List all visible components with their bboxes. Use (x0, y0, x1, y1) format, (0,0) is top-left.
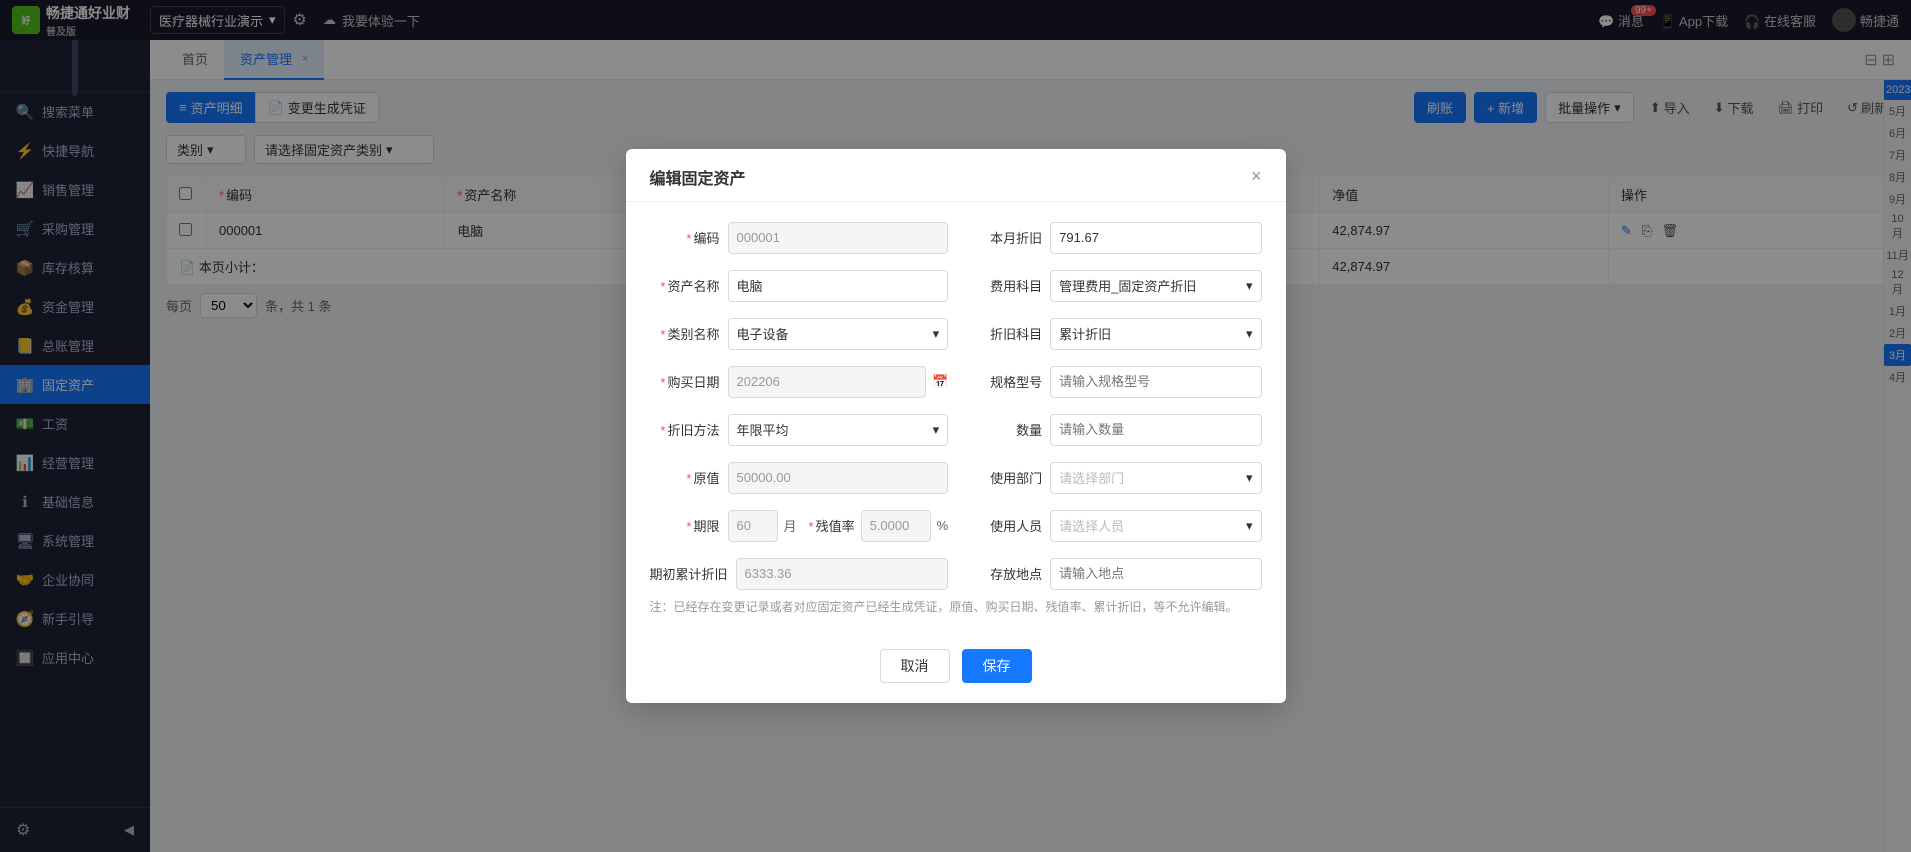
dep-subject-select[interactable]: 累计折旧 ▾ (1050, 318, 1261, 350)
use-person-label: 使用人员 (972, 516, 1042, 535)
form-item-asset-name: *资产名称 (650, 270, 949, 302)
form-item-storage-location: 存放地点 (972, 558, 1261, 590)
calendar-icon[interactable]: 📅 (932, 374, 948, 390)
dep-method-value: 年限平均 (737, 420, 789, 439)
modal-body: *编码 本月折旧 *资产名称 (626, 202, 1286, 637)
modal-title: 编辑固定资产 (650, 165, 746, 189)
quantity-input[interactable] (1050, 414, 1261, 446)
period-input[interactable] (728, 510, 778, 542)
form-item-original-value: *原值 (650, 462, 949, 494)
save-button[interactable]: 保存 (962, 649, 1032, 683)
modal-footer: 取消 保存 (626, 637, 1286, 703)
monthly-dep-label: 本月折旧 (972, 228, 1042, 247)
cancel-button[interactable]: 取消 (880, 649, 950, 683)
period-group: 月 *残值率 % (728, 510, 949, 542)
spec-model-label: 规格型号 (972, 372, 1042, 391)
dep-method-arrow: ▾ (933, 422, 940, 438)
period-unit: 月 (784, 516, 797, 535)
use-person-arrow: ▾ (1246, 518, 1253, 534)
save-label: 保存 (983, 656, 1011, 676)
modal-note-text: 注：已经存在变更记录或者对应固定资产已经生成凭证，原值、购买日期、残值率、累计折… (650, 600, 1238, 614)
dep-subject-arrow: ▾ (1246, 326, 1253, 342)
storage-location-label: 存放地点 (972, 564, 1042, 583)
storage-location-input[interactable] (1050, 558, 1261, 590)
form-item-dep-method: *折旧方法 年限平均 ▾ (650, 414, 949, 446)
modal-note: 注：已经存在变更记录或者对应固定资产已经生成凭证，原值、购买日期、残值率、累计折… (650, 590, 1262, 617)
expense-subject-arrow: ▾ (1246, 278, 1253, 294)
form-item-monthly-dep: 本月折旧 (972, 222, 1261, 254)
dep-subject-value: 累计折旧 (1059, 324, 1111, 343)
code-input[interactable] (728, 222, 949, 254)
quantity-label: 数量 (972, 420, 1042, 439)
modal-overlay: 编辑固定资产 × *编码 本月折旧 (0, 0, 1911, 852)
accumulated-dep-input[interactable] (736, 558, 949, 590)
expense-subject-label: 费用科目 (972, 276, 1042, 295)
dep-method-select[interactable]: 年限平均 ▾ (728, 414, 949, 446)
form-grid: *编码 本月折旧 *资产名称 (650, 222, 1262, 590)
form-item-period-residual: *期限 月 *残值率 % (650, 510, 949, 542)
code-label: *编码 (650, 228, 720, 247)
form-item-category: *类别名称 电子设备 ▾ (650, 318, 949, 350)
use-dept-select[interactable]: 请选择部门 ▾ (1050, 462, 1261, 494)
original-value-input[interactable] (728, 462, 949, 494)
form-item-use-dept: 使用部门 请选择部门 ▾ (972, 462, 1261, 494)
purchase-date-input[interactable] (728, 366, 926, 398)
form-item-expense-subject: 费用科目 管理费用_固定资产折旧 ▾ (972, 270, 1261, 302)
category-value: 电子设备 (737, 324, 789, 343)
expense-subject-value: 管理费用_固定资产折旧 (1059, 276, 1196, 295)
category-select[interactable]: 电子设备 ▾ (728, 318, 949, 350)
purchase-date-label: *购买日期 (650, 372, 720, 391)
use-dept-arrow: ▾ (1246, 470, 1253, 486)
form-item-use-person: 使用人员 请选择人员 ▾ (972, 510, 1261, 542)
purchase-date-group: 📅 (728, 366, 949, 398)
residual-rate-input[interactable] (861, 510, 931, 542)
form-item-spec-model: 规格型号 (972, 366, 1261, 398)
original-value-label: *原值 (650, 468, 720, 487)
form-item-dep-subject: 折旧科目 累计折旧 ▾ (972, 318, 1261, 350)
use-person-select[interactable]: 请选择人员 ▾ (1050, 510, 1261, 542)
cancel-label: 取消 (901, 656, 929, 676)
category-label: *类别名称 (650, 324, 720, 343)
use-person-placeholder: 请选择人员 (1059, 516, 1124, 535)
dep-method-label: *折旧方法 (650, 420, 720, 439)
spec-model-input[interactable] (1050, 366, 1261, 398)
monthly-dep-input[interactable] (1050, 222, 1261, 254)
asset-name-label: *资产名称 (650, 276, 720, 295)
use-dept-label: 使用部门 (972, 468, 1042, 487)
modal-header: 编辑固定资产 × (626, 149, 1286, 202)
form-item-quantity: 数量 (972, 414, 1261, 446)
form-item-code: *编码 (650, 222, 949, 254)
period-label: *期限 (650, 516, 720, 535)
edit-asset-modal: 编辑固定资产 × *编码 本月折旧 (626, 149, 1286, 703)
category-arrow: ▾ (933, 326, 940, 342)
modal-close-btn[interactable]: × (1251, 166, 1262, 187)
asset-name-input[interactable] (728, 270, 949, 302)
form-item-accumulated-dep: 期初累计折旧 (650, 558, 949, 590)
expense-subject-select[interactable]: 管理费用_固定资产折旧 ▾ (1050, 270, 1261, 302)
residual-rate-unit: % (937, 518, 949, 533)
dep-subject-label: 折旧科目 (972, 324, 1042, 343)
residual-rate-label: *残值率 (809, 516, 855, 535)
form-item-purchase-date: *购买日期 📅 (650, 366, 949, 398)
use-dept-placeholder: 请选择部门 (1059, 468, 1124, 487)
accumulated-dep-label: 期初累计折旧 (650, 564, 728, 583)
